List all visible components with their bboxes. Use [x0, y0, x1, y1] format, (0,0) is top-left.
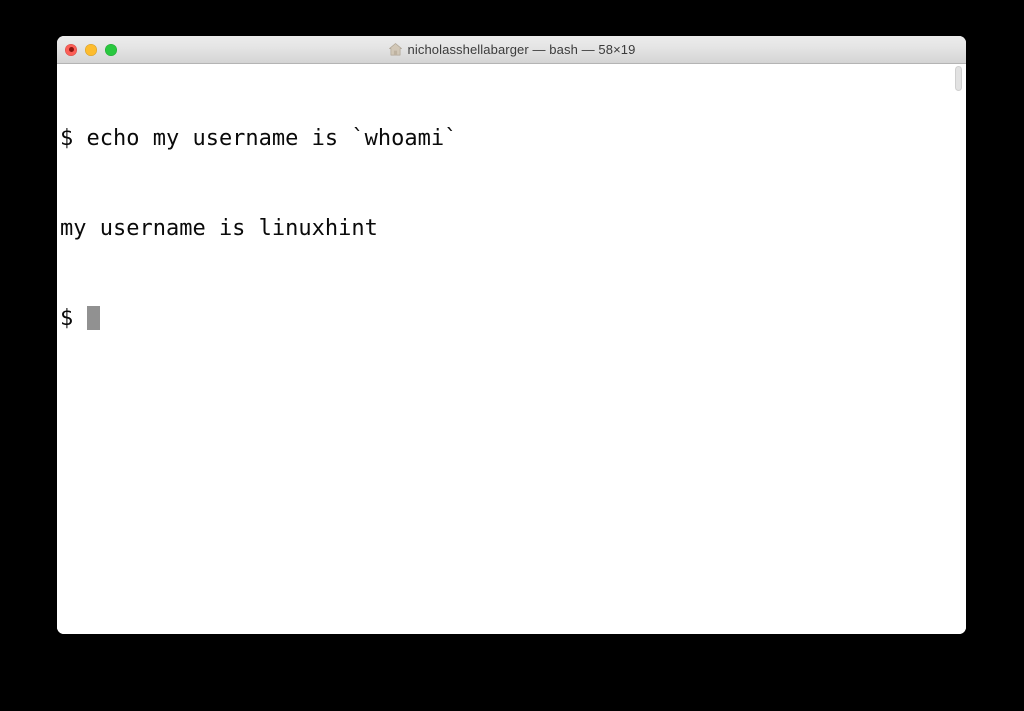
window-title-bar[interactable]: nicholasshellabarger — bash — 58×19	[57, 36, 966, 64]
prompt-text: $	[60, 306, 87, 331]
close-button[interactable]	[65, 43, 77, 56]
cursor-block	[86, 306, 100, 330]
terminal-line-output: my username is linuxhint	[60, 216, 378, 241]
home-icon	[388, 43, 402, 56]
scrollbar-track[interactable]	[953, 64, 964, 634]
maximize-button[interactable]	[105, 43, 117, 56]
window-controls	[65, 36, 117, 63]
terminal-line-prompt: $	[60, 304, 952, 334]
terminal-output: $ echo my username is `whoami` my userna…	[60, 64, 952, 394]
scrollbar-thumb[interactable]	[955, 66, 962, 91]
window-title-text: nicholasshellabarger — bash — 58×19	[407, 42, 636, 57]
terminal-content-area[interactable]: $ echo my username is `whoami` my userna…	[57, 64, 966, 634]
terminal-line-command: $ echo my username is `whoami`	[60, 126, 458, 151]
terminal-window[interactable]: nicholasshellabarger — bash — 58×19 $ ec…	[57, 36, 966, 634]
minimize-button[interactable]	[85, 43, 97, 56]
window-title-group: nicholasshellabarger — bash — 58×19	[57, 36, 966, 63]
